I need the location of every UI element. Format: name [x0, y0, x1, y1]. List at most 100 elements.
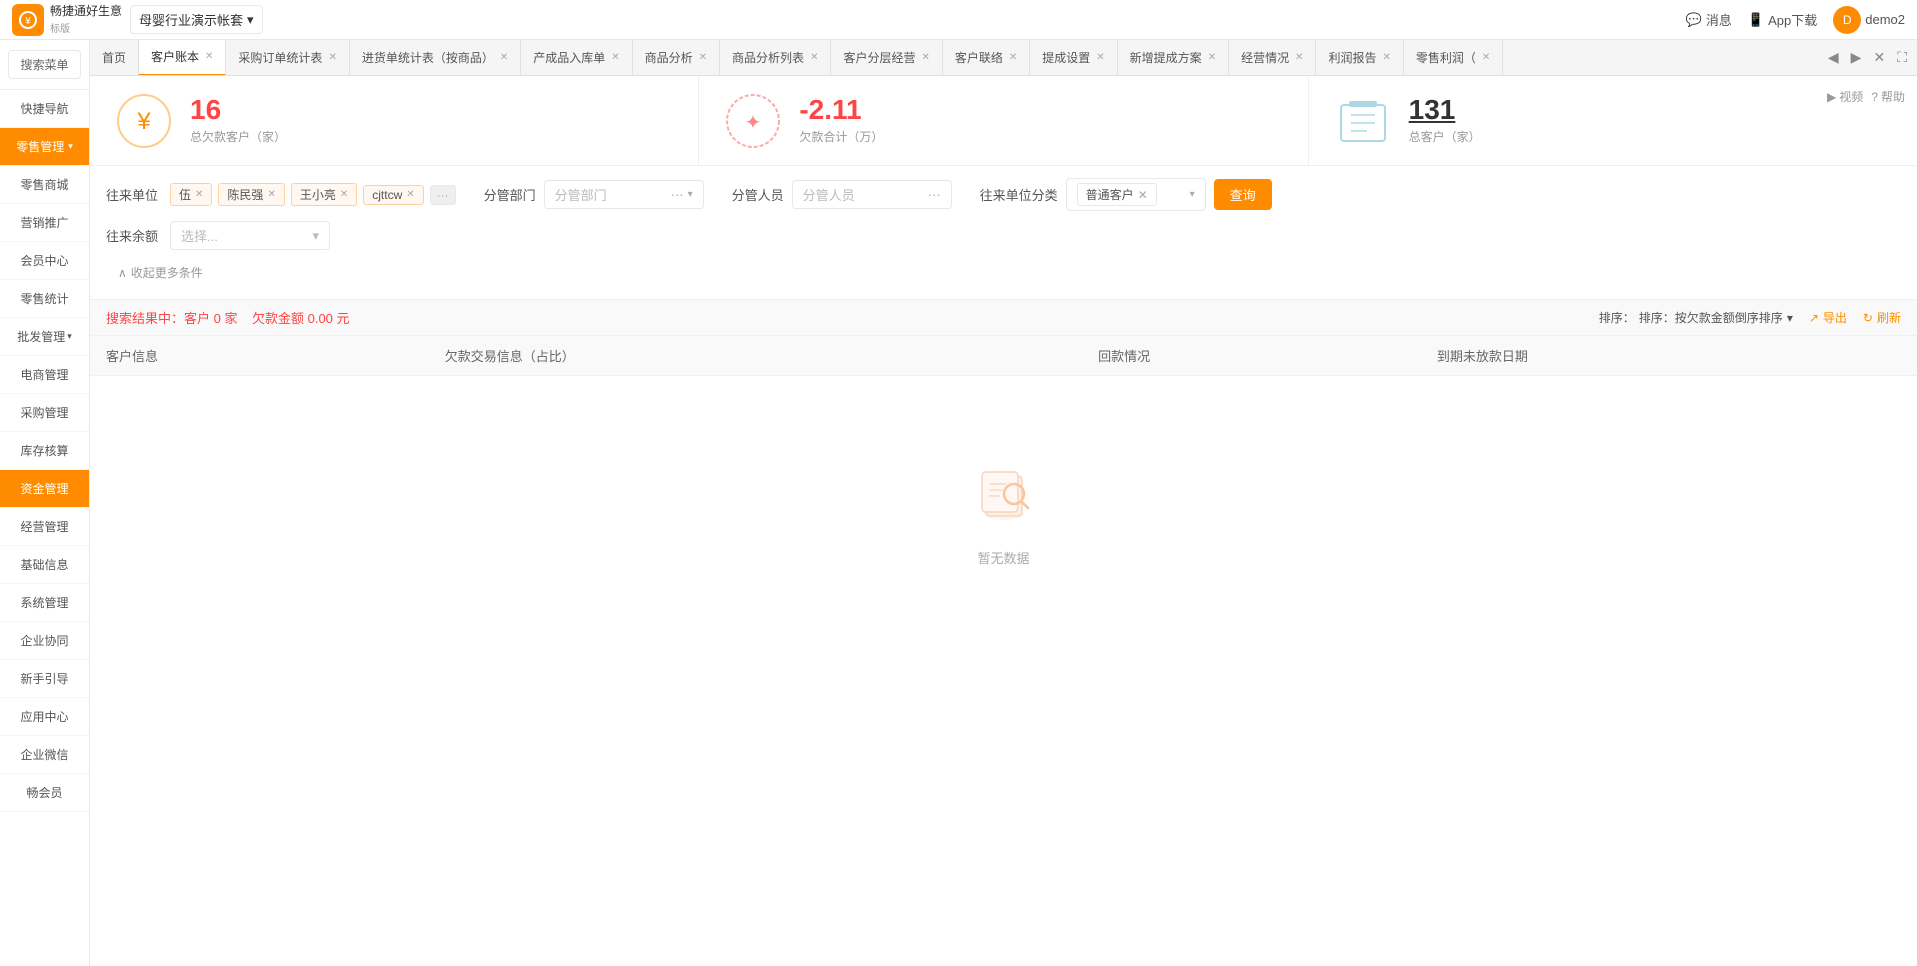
dept-select-dots[interactable]: ···: [671, 187, 684, 202]
sort-dropdown[interactable]: 排序： 排序：按欠款金额倒序排序 ▾: [1599, 309, 1793, 326]
sidebar-item-enterprise-wechat[interactable]: 企业微信: [0, 736, 89, 774]
close-tab-icon[interactable]: ✕: [1208, 52, 1216, 63]
close-tab-icon[interactable]: ✕: [921, 52, 929, 63]
remove-unit-tag-cjttcw[interactable]: ✕: [406, 189, 414, 200]
more-unit-tags-button[interactable]: ···: [430, 185, 456, 205]
sidebar-item-vip[interactable]: 畅会员: [0, 774, 89, 812]
unit-tag-wang: 王小亮 ✕: [291, 183, 357, 206]
search-prefix: 搜索结果中：客户: [106, 311, 210, 326]
tab-home[interactable]: 首页: [90, 40, 139, 76]
sidebar-item-label: 采购管理: [20, 406, 68, 420]
person-select-dots[interactable]: ···: [928, 187, 941, 202]
sidebar-item-funds[interactable]: 资金管理: [0, 470, 89, 508]
balance-filter-label: 往来余额: [106, 226, 158, 245]
close-tab-icon[interactable]: ✕: [611, 52, 619, 63]
sidebar-item-retail-mgmt[interactable]: 零售管理 ▾: [0, 128, 89, 166]
sidebar-item-label: 经营管理: [20, 520, 68, 534]
tab-inbound-stats[interactable]: 进货单统计表（按商品） ✕: [350, 40, 521, 76]
tab-next-button[interactable]: ▶: [1847, 47, 1866, 68]
classify-select[interactable]: 普通客户 ✕ ▾: [1066, 178, 1206, 211]
close-tab-icon[interactable]: ✕: [205, 51, 213, 62]
sidebar-item-ops[interactable]: 经营管理: [0, 508, 89, 546]
user-name: demo2: [1865, 12, 1905, 27]
sidebar-item-basic[interactable]: 基础信息: [0, 546, 89, 584]
refresh-icon: ↻: [1863, 311, 1873, 325]
sidebar-item-system[interactable]: 系统管理: [0, 584, 89, 622]
sidebar-item-enterprise-coop[interactable]: 企业协同: [0, 622, 89, 660]
sidebar-item-new-guide[interactable]: 新手引导: [0, 660, 89, 698]
tab-produce-inbound[interactable]: 产成品入库单 ✕: [521, 40, 632, 76]
help-label: 帮助: [1881, 88, 1905, 105]
export-button[interactable]: ↗ 导出: [1809, 309, 1847, 326]
tab-fullscreen-button[interactable]: ⛶: [1893, 47, 1911, 68]
enterprise-selector[interactable]: 母婴行业演示帐套 ▾: [130, 5, 263, 34]
tab-promotion-settings[interactable]: 提成设置 ✕: [1030, 40, 1117, 76]
search-menu-button[interactable]: 搜索菜单: [8, 50, 81, 79]
tab-product-analysis[interactable]: 商品分析 ✕: [633, 40, 720, 76]
close-tab-icon[interactable]: ✕: [1295, 52, 1303, 63]
tab-close-all-button[interactable]: ✕: [1869, 47, 1889, 68]
sidebar-item-label: 电商管理: [20, 368, 68, 382]
tab-customer-tier[interactable]: 客户分层经营 ✕: [831, 40, 942, 76]
sidebar-item-label: 零售商城: [20, 178, 68, 192]
user-profile[interactable]: D demo2: [1833, 6, 1905, 34]
dept-select[interactable]: 分管部门 ··· ▾: [544, 180, 704, 209]
doc-help-button[interactable]: ? 帮助: [1871, 88, 1905, 105]
video-help-button[interactable]: ▶ 视频: [1827, 88, 1863, 105]
tab-business[interactable]: 经营情况 ✕: [1229, 40, 1316, 76]
data-table: 客户信息 欠款交易信息（占比） 回款情况 到期未放款日期: [90, 336, 1917, 376]
sidebar-item-marketing[interactable]: 营销推广: [0, 204, 89, 242]
person-select[interactable]: 分管人员 ···: [792, 180, 952, 209]
video-label: 视频: [1839, 88, 1863, 105]
tab-add-promotion[interactable]: 新增提成方案 ✕: [1118, 40, 1229, 76]
close-tab-icon[interactable]: ✕: [1383, 52, 1391, 63]
tab-product-analysis-list[interactable]: 商品分析列表 ✕: [720, 40, 831, 76]
sidebar: 搜索菜单 快捷导航 零售管理 ▾ 零售商城 营销推广 会员中心 零售统计 批发管…: [0, 40, 90, 966]
close-tab-icon[interactable]: ✕: [328, 52, 336, 63]
close-tab-icon[interactable]: ✕: [699, 52, 707, 63]
sidebar-item-app-center[interactable]: 应用中心: [0, 698, 89, 736]
refresh-button[interactable]: ↻ 刷新: [1863, 309, 1901, 326]
sidebar-item-purchase[interactable]: 采购管理: [0, 394, 89, 432]
query-button[interactable]: 查询: [1214, 179, 1272, 210]
stat-label-customers: 总欠款客户（家）: [190, 128, 286, 145]
close-tab-icon[interactable]: ✕: [1096, 52, 1104, 63]
tab-profit-report[interactable]: 利润报告 ✕: [1316, 40, 1403, 76]
sidebar-item-quick-nav[interactable]: 快捷导航: [0, 90, 89, 128]
stat-icon-3: [1333, 91, 1393, 151]
remove-classify-tag[interactable]: ✕: [1138, 188, 1148, 202]
export-icon: ↗: [1809, 311, 1819, 325]
tab-prev-button[interactable]: ◀: [1824, 47, 1843, 68]
tab-label: 产成品入库单: [533, 49, 605, 66]
tab-customer-contact[interactable]: 客户联络 ✕: [943, 40, 1030, 76]
close-tab-icon[interactable]: ✕: [1482, 52, 1490, 63]
tab-purchase-order-stats[interactable]: 采购订单统计表 ✕: [226, 40, 349, 76]
remove-unit-tag-wang[interactable]: ✕: [340, 189, 348, 200]
balance-select[interactable]: 选择... ▾: [170, 221, 330, 250]
svg-text:✦: ✦: [745, 112, 762, 134]
chevron-down-icon: ▾: [67, 331, 72, 342]
col-overdue-date: 到期未放款日期: [1421, 336, 1917, 376]
sidebar-item-ecom[interactable]: 电商管理: [0, 356, 89, 394]
tab-retail-profit[interactable]: 零售利润（ ✕: [1404, 40, 1503, 76]
tab-label: 经营情况: [1241, 49, 1289, 66]
sidebar-item-retail-stats[interactable]: 零售统计: [0, 280, 89, 318]
sidebar-item-wholesale[interactable]: 批发管理 ▾: [0, 318, 89, 356]
close-tab-icon[interactable]: ✕: [810, 52, 818, 63]
tab-customer-book[interactable]: 客户账本 ✕: [139, 40, 226, 76]
sidebar-item-retail-mall[interactable]: 零售商城: [0, 166, 89, 204]
search-count-suffix: 家: [225, 311, 238, 326]
sidebar-item-member[interactable]: 会员中心: [0, 242, 89, 280]
message-button[interactable]: 💬 消息: [1686, 10, 1732, 29]
play-icon: ▶: [1827, 90, 1836, 104]
logo-icon: ¥: [12, 4, 44, 36]
app-download-button[interactable]: 📱 App下载: [1748, 10, 1817, 29]
unit-tag-chen: 陈民强 ✕: [218, 183, 284, 206]
sidebar-item-label: 企业微信: [20, 748, 68, 762]
close-tab-icon[interactable]: ✕: [500, 52, 508, 63]
close-tab-icon[interactable]: ✕: [1009, 52, 1017, 63]
remove-unit-tag-chen[interactable]: ✕: [267, 189, 275, 200]
remove-unit-tag-wu[interactable]: ✕: [195, 189, 203, 200]
collapse-button[interactable]: ∧ 收起更多条件: [106, 260, 1901, 285]
sidebar-item-inventory[interactable]: 库存核算: [0, 432, 89, 470]
